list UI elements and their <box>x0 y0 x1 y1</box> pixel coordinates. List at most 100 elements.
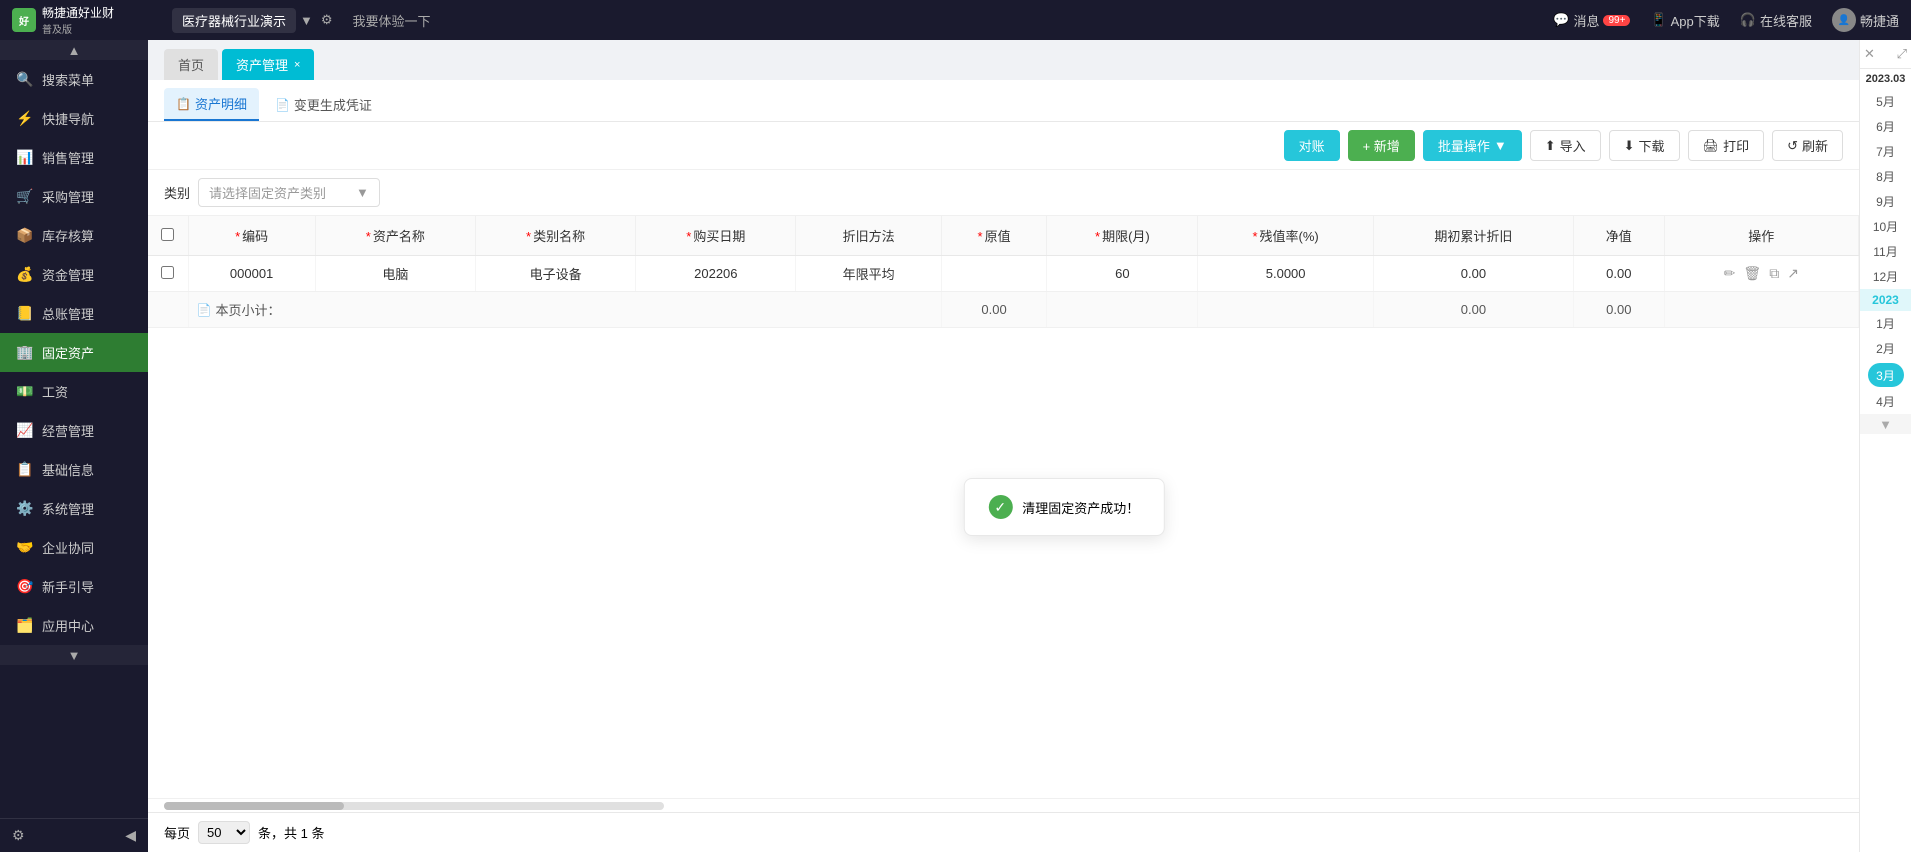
sidebar-item-app-center[interactable]: 🗂️ 应用中心 <box>0 606 148 645</box>
sidebar-settings-icon[interactable]: ⚙ <box>12 827 25 844</box>
horizontal-scrollbar-thumb[interactable] <box>164 802 344 810</box>
company-name[interactable]: 医疗器械行业演示 <box>172 8 296 33</box>
sidebar-item-operations[interactable]: 📈 经营管理 <box>0 411 148 450</box>
per-page-label: 每页 <box>164 823 190 842</box>
sub-tab-asset-detail[interactable]: 📋 资产明细 <box>164 88 259 121</box>
sidebar-scroll-down[interactable]: ▼ <box>0 645 148 665</box>
sidebar-item-quick-nav[interactable]: ⚡ 快捷导航 <box>0 99 148 138</box>
tab-home[interactable]: 首页 <box>164 49 218 80</box>
sidebar-item-ledger[interactable]: 📒 总账管理 <box>0 294 148 333</box>
sidebar-item-system[interactable]: ⚙️ 系统管理 <box>0 489 148 528</box>
month-item-12[interactable]: 12月 <box>1860 264 1911 289</box>
user-profile-btn[interactable]: 👤 畅捷通 <box>1832 8 1899 32</box>
batch-ops-button[interactable]: 批量操作 ▼ <box>1423 130 1522 161</box>
row-residual-rate: 5.0000 <box>1198 256 1373 292</box>
year-period-label: 2023.03 <box>1860 69 1911 89</box>
sidebar-label-app-center: 应用中心 <box>42 616 94 635</box>
tab-home-label: 首页 <box>178 55 204 74</box>
month-item-7[interactable]: 7月 <box>1860 139 1911 164</box>
company-selector[interactable]: 医疗器械行业演示 ▼ ⚙ 我要体验一下 <box>172 8 1553 33</box>
month-item-10[interactable]: 10月 <box>1860 214 1911 239</box>
logo-icon: 好 <box>12 8 36 32</box>
th-residual-rate: *残值率(%) <box>1198 216 1373 256</box>
month-item-3-active[interactable]: 3月 <box>1868 363 1904 387</box>
sidebar-collapse-icon[interactable]: ◀ <box>125 827 136 844</box>
company-dropdown-icon[interactable]: ▼ <box>300 13 313 28</box>
month-item-8[interactable]: 8月 <box>1860 164 1911 189</box>
filter-category-select[interactable]: 请选择固定资产类别 ▼ <box>198 178 380 207</box>
month-item-1[interactable]: 1月 <box>1860 311 1911 336</box>
settings-icon[interactable]: ⚙ <box>321 12 333 28</box>
copy-icon[interactable]: ⧉ <box>1769 265 1779 282</box>
sidebar-item-purchase[interactable]: 🛒 采购管理 <box>0 177 148 216</box>
subtotal-icon: 📄 <box>197 303 212 317</box>
per-page-select[interactable]: 50 100 200 <box>198 821 250 844</box>
th-depreciation-method: 折旧方法 <box>796 216 941 256</box>
month-item-2[interactable]: 2月 <box>1860 336 1911 361</box>
messages-btn[interactable]: 💬 消息 99+ <box>1553 11 1630 30</box>
import-button[interactable]: ⬆ 导入 <box>1530 130 1601 161</box>
sidebar-item-finance[interactable]: 💰 资金管理 <box>0 255 148 294</box>
sidebar-label-finance: 资金管理 <box>42 265 94 284</box>
sub-tabs: 📋 资产明细 📄 变更生成凭证 <box>148 80 1859 122</box>
print-button[interactable]: 🖨 打印 <box>1688 130 1765 161</box>
page-content: 📋 资产明细 📄 变更生成凭证 对账 + 新增 批量操作 ▼ ⬆ 导入 <box>148 80 1859 852</box>
tab-close-icon[interactable]: × <box>294 59 300 71</box>
delete-icon[interactable]: 🗑 <box>1743 265 1761 282</box>
month-item-5[interactable]: 5月 <box>1860 89 1911 114</box>
sidebar-item-guide[interactable]: 🎯 新手引导 <box>0 567 148 606</box>
th-period: *期限(月) <box>1047 216 1198 256</box>
month-item-6[interactable]: 6月 <box>1860 114 1911 139</box>
sidebar-item-fixed-assets[interactable]: 🏢 固定资产 <box>0 333 148 372</box>
horizontal-scrollbar-track[interactable] <box>164 802 664 810</box>
download-icon: ⬇ <box>1624 138 1635 154</box>
month-item-11[interactable]: 11月 <box>1860 239 1911 264</box>
sidebar-label-payroll: 工资 <box>42 382 68 401</box>
print-icon: 🖨 <box>1703 138 1720 154</box>
new-button[interactable]: + 新增 <box>1348 130 1415 161</box>
sidebar-label-purchase: 采购管理 <box>42 187 94 206</box>
month-item-4[interactable]: 4月 <box>1860 389 1911 414</box>
panel-close-icon[interactable]: ✕ <box>1864 46 1875 62</box>
purchase-icon: 🛒 <box>16 188 34 206</box>
online-service-label: 在线客服 <box>1760 11 1812 30</box>
sidebar-item-search[interactable]: 🔍 搜索菜单 <box>0 60 148 99</box>
basic-info-icon: 📋 <box>16 461 34 479</box>
month-item-9[interactable]: 9月 <box>1860 189 1911 214</box>
user-name: 畅捷通 <box>1860 11 1899 30</box>
sidebar-label-sales: 销售管理 <box>42 148 94 167</box>
app-download-label: App下载 <box>1671 11 1720 30</box>
panel-expand-icon[interactable]: ⤢ <box>1897 46 1907 62</box>
sidebar-item-inventory[interactable]: 📦 库存核算 <box>0 216 148 255</box>
refresh-button[interactable]: ↺ 刷新 <box>1772 130 1843 161</box>
subtotal-accumulated: 0.00 <box>1373 292 1573 328</box>
messages-label: 消息 <box>1573 11 1599 30</box>
tab-asset-mgmt[interactable]: 资产管理 × <box>222 49 314 80</box>
sidebar-item-sales[interactable]: 📊 销售管理 <box>0 138 148 177</box>
right-panel-scroll-down[interactable]: ▼ <box>1860 414 1911 434</box>
row-checkbox[interactable] <box>161 266 174 279</box>
download-button[interactable]: ⬇ 下载 <box>1609 130 1680 161</box>
more-icon[interactable]: ↗ <box>1787 265 1799 282</box>
sidebar-label-quick-nav: 快捷导航 <box>42 109 94 128</box>
edit-icon[interactable]: ✏ <box>1724 265 1736 282</box>
reconcile-button[interactable]: 对账 <box>1284 130 1340 161</box>
guide-icon: 🎯 <box>16 578 34 596</box>
online-service-btn[interactable]: 🎧 在线客服 <box>1740 11 1812 30</box>
select-all-checkbox[interactable] <box>161 228 174 241</box>
app-download-btn[interactable]: 📱 App下载 <box>1650 11 1719 30</box>
change-voucher-icon: 📄 <box>275 98 290 112</box>
table-row: 000001 电脑 电子设备 202206 年限平均 60 5.0000 0.0… <box>148 256 1859 292</box>
row-accumulated: 0.00 <box>1373 256 1573 292</box>
content-area: 首页 资产管理 × 📋 资产明细 📄 变更生成凭证 <box>148 40 1859 852</box>
filter-category-placeholder: 请选择固定资产类别 <box>209 183 326 202</box>
experience-btn[interactable]: 我要体验一下 <box>353 11 431 30</box>
tabs-bar: 首页 资产管理 × <box>148 40 1859 80</box>
service-icon: 🎧 <box>1740 12 1756 28</box>
sidebar-item-enterprise[interactable]: 🤝 企业协同 <box>0 528 148 567</box>
sidebar-scroll-up[interactable]: ▲ <box>0 40 148 60</box>
sub-tab-change-voucher[interactable]: 📄 变更生成凭证 <box>263 89 384 120</box>
sidebar-label-ledger: 总账管理 <box>42 304 94 323</box>
sidebar-item-payroll[interactable]: 💵 工资 <box>0 372 148 411</box>
sidebar-item-basic-info[interactable]: 📋 基础信息 <box>0 450 148 489</box>
